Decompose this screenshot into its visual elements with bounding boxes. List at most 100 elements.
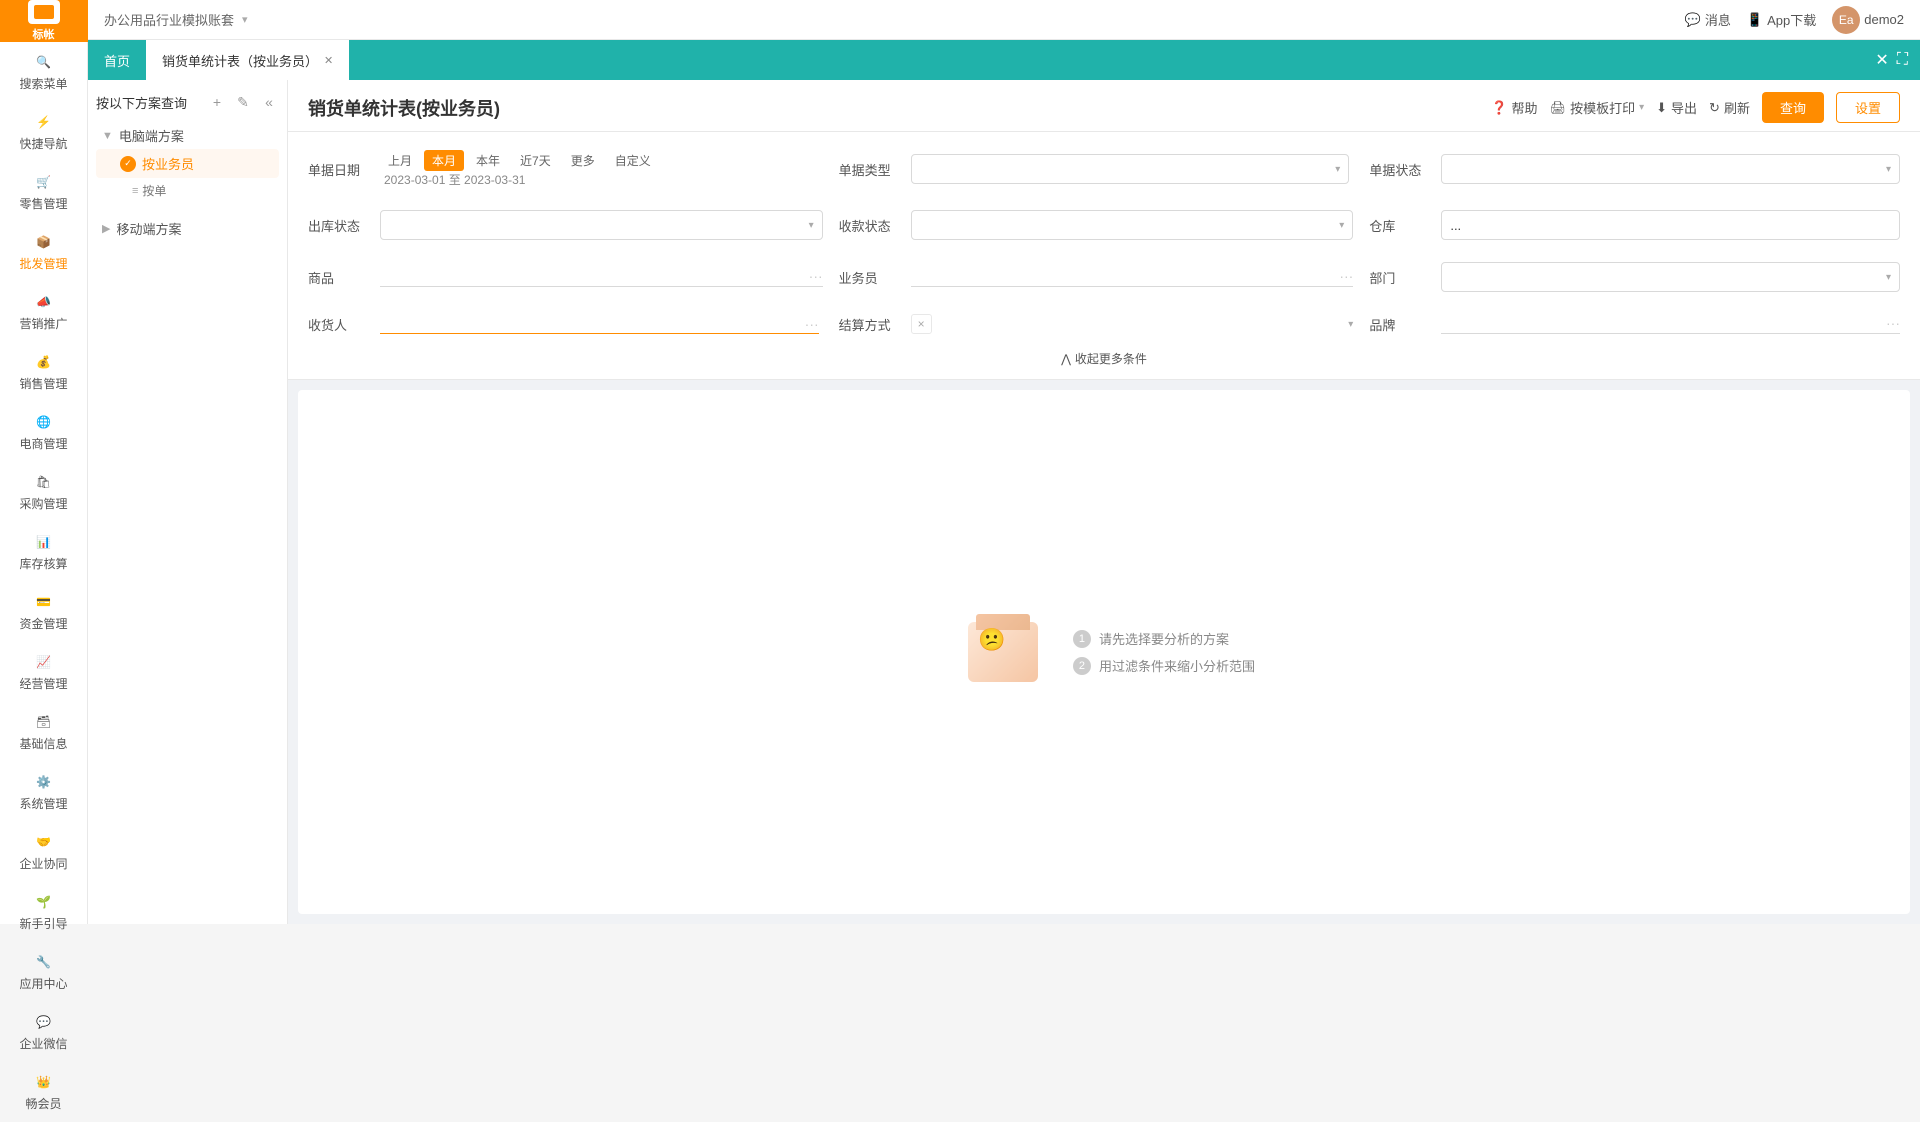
tree-group-desktop: ▼ 电脑端方案 ✓ 按业务员 ≡ 按单 [96,122,279,203]
sidebar-item-operation[interactable]: 📈 经营管理 [0,642,87,702]
query-btn[interactable]: 查询 [1762,92,1824,123]
wholesale-icon: 📦 [34,232,54,252]
outstatus-select[interactable]: ▾ [380,210,823,240]
outstatus-label: 出库状态 [308,216,380,235]
sidebar-item-wholesale[interactable]: 📦 批发管理 [0,222,87,282]
page-title: 销货单统计表(按业务员) [308,95,500,121]
filter-cell-salesperson: 业务员 ··· [839,256,1370,298]
inventory-icon: 📊 [34,532,54,552]
recipient-input[interactable] [380,314,803,333]
print-arrow-icon: ▾ [1639,102,1644,113]
doctype-select[interactable]: ▾ [911,154,1350,184]
tree-grandchild-order-label: 按单 [142,182,166,199]
app-download-btn[interactable]: 📱 App下载 [1747,10,1816,29]
help-btn[interactable]: ❓ 帮助 [1491,98,1537,117]
warehouse-select[interactable]: ... [1441,210,1900,240]
paymentstatus-arrow-icon: ▾ [1339,220,1344,231]
message-btn[interactable]: 💬 消息 [1685,10,1731,29]
goods-label: 商品 [308,268,380,287]
sidebar-item-basic[interactable]: 🗃 基础信息 [0,702,87,762]
salesperson-active-icon: ✓ [120,156,136,172]
expand-btn[interactable]: ⛶ [1897,51,1908,69]
settings-btn[interactable]: 设置 [1836,92,1900,123]
logo-icon [28,0,60,24]
right-panel: 销货单统计表(按业务员) ❓ 帮助 🖨 按模板打印 ▾ ⬇ 导出 [288,80,1920,924]
tab-sales-stats[interactable]: 销货单统计表（按业务员） ✕ [146,40,349,80]
sidebar-item-member[interactable]: 👑 畅会员 [0,1062,87,1122]
member-icon: 👑 [34,1072,54,1092]
user-profile-btn[interactable]: Ea demo2 [1832,6,1904,34]
date-tab-thismonth[interactable]: 本月 [424,150,464,171]
collapse-filters-btn[interactable]: ⋀ 收起更多条件 [308,350,1900,367]
filter-row-3: 商品 ··· 业务员 ··· 部门 [308,256,1900,298]
sidebar-item-ecommerce[interactable]: 🌐 电商管理 [0,402,87,462]
tree-parent-mobile[interactable]: ▶ 移动端方案 [96,215,279,242]
date-tab-lastmonth[interactable]: 上月 [380,150,420,171]
industry-label: 办公用品行业模拟账套 [104,10,234,29]
edit-icon: ✎ [237,94,249,111]
sidebar-item-appstore[interactable]: 🔧 应用中心 [0,942,87,1002]
sidebar-item-purchase[interactable]: 🛍 采购管理 [0,462,87,522]
tree-child-salesperson[interactable]: ✓ 按业务员 [96,149,279,178]
filter-cell-settlement: 结算方式 × ▾ [839,308,1370,340]
date-tab-custom[interactable]: 自定义 [607,150,659,171]
salesperson-more-icon[interactable]: ··· [1339,268,1353,284]
department-select[interactable]: ▾ [1441,262,1900,292]
sidebar-item-system[interactable]: ⚙️ 系统管理 [0,762,87,822]
date-tab-thisyear[interactable]: 本年 [468,150,508,171]
left-panel-title-actions: + ✎ « [207,92,279,112]
sidebar-item-wechat[interactable]: 💬 企业微信 [0,1002,87,1062]
sidebar-item-enterprise[interactable]: 🤝 企业协同 [0,822,87,882]
edit-scheme-btn[interactable]: ✎ [233,92,253,112]
refresh-btn[interactable]: ↻ 刷新 [1709,98,1750,117]
sidebar-wechat-label: 企业微信 [19,1035,67,1052]
print-label: 按模板打印 [1570,98,1635,117]
sidebar-item-finance[interactable]: 💳 资金管理 [0,582,87,642]
sidebar-item-sales[interactable]: 💰 销售管理 [0,342,87,402]
sidebar-search-label: 搜索菜单 [19,75,67,92]
topbar-right: 💬 消息 📱 App下载 Ea demo2 [1685,6,1904,34]
empty-tip-1: 1 请先选择要分析的方案 [1073,629,1255,648]
tree-parent-desktop-label: 电脑端方案 [119,126,184,145]
filter-cell-docstatus: 单据状态 ▾ [1369,144,1900,194]
newbie-icon: 🌱 [34,892,54,912]
goods-more-icon[interactable]: ··· [809,268,823,284]
sidebar-item-retail[interactable]: 🛒 零售管理 [0,162,87,222]
tab-close-icon[interactable]: ✕ [324,54,333,67]
tab-home[interactable]: 首页 [88,40,146,80]
sidebar-item-quicknav[interactable]: ⚡ 快捷导航 [0,102,87,162]
print-btn[interactable]: 🖨 按模板打印 ▾ [1550,98,1645,117]
tree-parent-mobile-label: 移动端方案 [116,219,181,238]
collapse-label: 收起更多条件 [1075,350,1147,367]
wechat-icon: 💬 [34,1012,54,1032]
operation-icon: 📈 [34,652,54,672]
close-tab-btn[interactable]: ✕ [1875,50,1888,70]
settlement-arrow-icon[interactable]: ▾ [1348,319,1353,330]
docstatus-select[interactable]: ▾ [1441,154,1900,184]
enterprise-icon: 🤝 [34,832,54,852]
help-icon: ❓ [1491,100,1507,116]
export-btn[interactable]: ⬇ 导出 [1656,98,1697,117]
sidebar-item-inventory[interactable]: 📊 库存核算 [0,522,87,582]
warehouse-label: 仓库 [1369,216,1441,235]
tab-home-label: 首页 [104,51,130,70]
recipient-input-wrapper: ··· [380,314,819,334]
collapse-panel-btn[interactable]: « [259,92,279,112]
page-container: 按以下方案查询 + ✎ « ▼ 电脑端方案 [88,80,1920,924]
paymentstatus-select[interactable]: ▾ [911,210,1354,240]
settlement-tag-close[interactable]: × [918,317,925,331]
industry-dropdown-icon[interactable]: ▾ [242,13,248,26]
date-tab-more[interactable]: 更多 [563,150,603,171]
date-tab-7days[interactable]: 近7天 [512,150,559,171]
sidebar-retail-label: 零售管理 [19,195,67,212]
sidebar-item-search[interactable]: 🔍 搜索菜单 [0,42,87,102]
tip-num-1: 1 [1073,630,1091,648]
sidebar-item-marketing[interactable]: 📣 营销推广 [0,282,87,342]
brand-more-icon[interactable]: ··· [1886,315,1900,331]
sidebar-item-newbie[interactable]: 🌱 新手引导 [0,882,87,942]
add-scheme-btn[interactable]: + [207,92,227,112]
filter-cell-warehouse: 仓库 ... [1369,204,1900,246]
tree-parent-desktop[interactable]: ▼ 电脑端方案 [96,122,279,149]
recipient-more-icon[interactable]: ··· [805,316,819,332]
tree-grandchild-order[interactable]: ≡ 按单 [96,178,279,203]
